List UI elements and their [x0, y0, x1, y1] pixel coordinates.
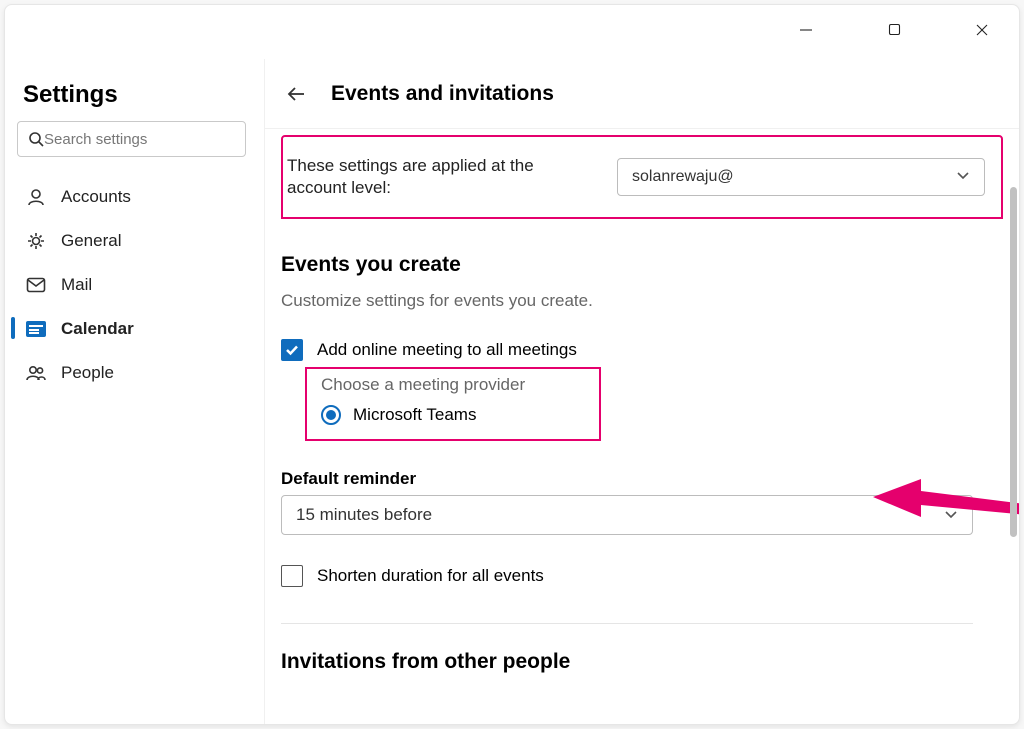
search-input[interactable]	[44, 131, 243, 148]
gear-icon	[25, 231, 47, 251]
add-online-meeting-label: Add online meeting to all meetings	[317, 340, 577, 360]
back-button[interactable]	[279, 83, 313, 105]
scrollbar[interactable]	[1010, 187, 1017, 704]
account-scope-box: These settings are applied at the accoun…	[281, 135, 1003, 219]
sidebar-item-label: Calendar	[61, 319, 134, 339]
checkbox-unchecked-icon[interactable]	[281, 565, 303, 587]
page-header: Events and invitations	[265, 59, 1019, 129]
mail-icon	[25, 277, 47, 293]
sidebar-title: Settings	[5, 59, 258, 121]
account-scope-label: These settings are applied at the accoun…	[287, 155, 587, 199]
page-title: Events and invitations	[331, 82, 554, 106]
shorten-duration-label: Shorten duration for all events	[317, 566, 544, 586]
sidebar-item-label: Mail	[61, 275, 92, 295]
person-icon	[25, 187, 47, 207]
default-reminder-dropdown[interactable]: 15 minutes before	[281, 495, 973, 535]
shorten-duration-row[interactable]: Shorten duration for all events	[281, 565, 1003, 587]
meeting-provider-option[interactable]: Microsoft Teams	[321, 405, 587, 425]
people-icon	[25, 364, 47, 382]
body: Settings Accounts	[5, 59, 1019, 724]
checkbox-checked-icon[interactable]	[281, 339, 303, 361]
section-divider	[281, 623, 973, 624]
sidebar-item-calendar[interactable]: Calendar	[5, 307, 258, 351]
default-reminder-value: 15 minutes before	[296, 505, 432, 525]
sidebar-item-people[interactable]: People	[5, 351, 258, 395]
sidebar-item-label: People	[61, 363, 114, 383]
events-sub: Customize settings for events you create…	[281, 291, 1003, 311]
add-online-meeting-row[interactable]: Add online meeting to all meetings	[281, 339, 1003, 361]
calendar-icon	[25, 321, 47, 337]
sidebar-item-label: General	[61, 231, 121, 251]
sidebar-nav: Accounts General Mail	[5, 171, 258, 395]
titlebar	[5, 5, 1019, 59]
sidebar-item-general[interactable]: General	[5, 219, 258, 263]
account-dropdown-value: solanrewaju@	[632, 168, 734, 186]
content-area: These settings are applied at the accoun…	[265, 129, 1019, 674]
minimize-button[interactable]	[783, 23, 829, 37]
account-dropdown[interactable]: solanrewaju@	[617, 158, 985, 196]
main: Events and invitations These settings ar…	[265, 59, 1019, 724]
sidebar-item-mail[interactable]: Mail	[5, 263, 258, 307]
meeting-provider-box: Choose a meeting provider Microsoft Team…	[305, 367, 601, 441]
meeting-provider-title: Choose a meeting provider	[321, 375, 587, 395]
scrollbar-thumb[interactable]	[1010, 187, 1017, 537]
events-heading: Events you create	[281, 253, 1003, 277]
search-icon	[28, 131, 44, 147]
close-button[interactable]	[959, 23, 1005, 37]
meeting-provider-label: Microsoft Teams	[353, 405, 476, 425]
chevron-down-icon	[956, 168, 970, 186]
chevron-down-icon	[944, 505, 958, 525]
maximize-button[interactable]	[871, 23, 917, 36]
sidebar-item-accounts[interactable]: Accounts	[5, 175, 258, 219]
search-input-wrap[interactable]	[17, 121, 246, 157]
invitations-heading: Invitations from other people	[281, 650, 1003, 674]
sidebar: Settings Accounts	[5, 59, 265, 724]
sidebar-item-label: Accounts	[61, 187, 131, 207]
settings-window: Settings Accounts	[4, 4, 1020, 725]
radio-selected-icon[interactable]	[321, 405, 341, 425]
default-reminder-label: Default reminder	[281, 469, 1003, 489]
